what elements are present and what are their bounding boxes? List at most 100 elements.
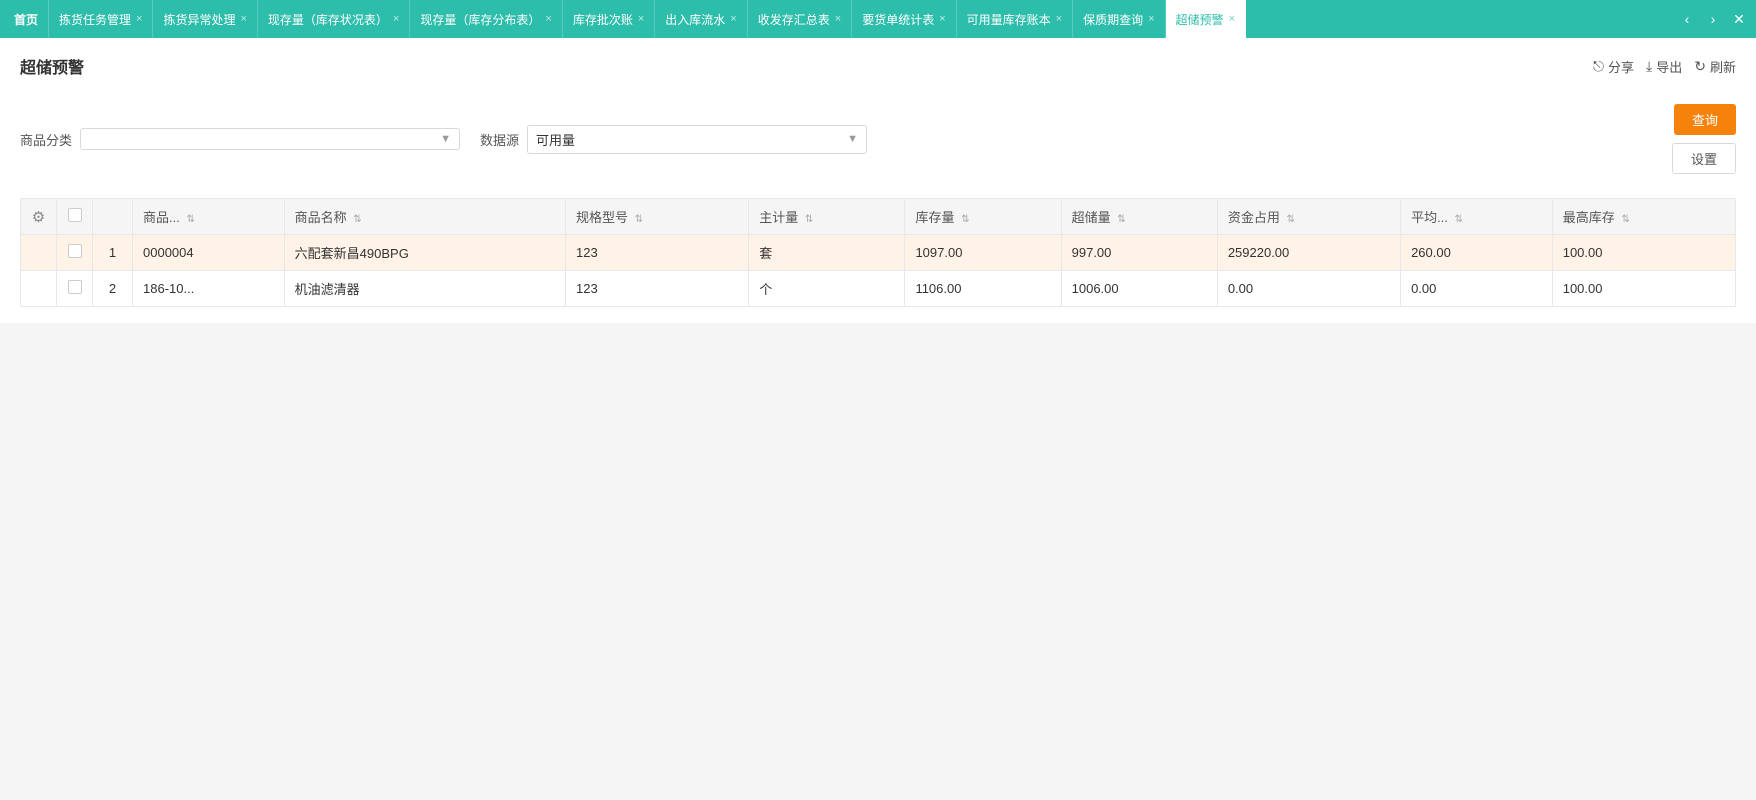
nav-tab-close-overstock[interactable]: × <box>1229 13 1235 25</box>
col-unit-header[interactable]: 主计量 ⇅ <box>749 199 905 235</box>
export-icon: ⤓ <box>1646 58 1652 75</box>
filter-buttons: 查询 设置 <box>1672 104 1736 174</box>
datasource-select[interactable]: 可用量 ▼ <box>527 125 867 154</box>
cell-num-0: 1 <box>93 235 133 271</box>
nav-tab-quality[interactable]: 保质期查询 × <box>1073 0 1165 38</box>
nav-tab-close-exception[interactable]: × <box>240 13 246 25</box>
col-name-sort-icon: ⇅ <box>353 214 361 225</box>
nav-tab-close-collect[interactable]: × <box>835 13 841 25</box>
col-over-header[interactable]: 超储量 ⇅ <box>1061 199 1217 235</box>
datasource-filter: 数据源 可用量 ▼ <box>480 125 867 154</box>
col-name-header[interactable]: 商品名称 ⇅ <box>284 199 565 235</box>
col-capital-sort-icon: ⇅ <box>1286 214 1294 225</box>
data-table: ⚙ 商品... ⇅ 商品名称 ⇅ 规格型号 ⇅ <box>20 198 1736 307</box>
nav-tab-close-stock-status[interactable]: × <box>393 13 399 25</box>
nav-tab-overstock[interactable]: 超储预警× <box>1166 0 1246 38</box>
col-unit-label: 主计量 <box>759 210 798 225</box>
cell-capital-1: 0.00 <box>1217 271 1400 307</box>
cell-stock-1: 1106.00 <box>905 271 1061 307</box>
col-spec-header[interactable]: 规格型号 ⇅ <box>566 199 749 235</box>
col-code-header[interactable]: 商品... ⇅ <box>133 199 285 235</box>
header-actions: ⎋ 分享 ⤓ 导出 ↻ 刷新 <box>1593 57 1736 76</box>
nav-tab-stock-status[interactable]: 现存量（库存状况表） × <box>258 0 410 38</box>
nav-close-button[interactable]: ✕ <box>1726 0 1752 38</box>
nav-tab-label-order-stat: 要货单统计表 <box>862 11 934 28</box>
col-check-header <box>57 199 93 235</box>
nav-tab-task[interactable]: 拣货任务管理× <box>49 0 153 38</box>
table-row: 2186-10...机油滤清器123个1106.001006.000.000.0… <box>21 271 1736 307</box>
row-checkbox-1[interactable] <box>68 280 82 294</box>
col-stock-header[interactable]: 库存量 ⇅ <box>905 199 1061 235</box>
col-capital-label: 资金占用 <box>1228 210 1280 225</box>
category-filter: 商品分类 ▼ <box>20 128 460 150</box>
cell-stock-0: 1097.00 <box>905 235 1061 271</box>
nav-tab-label-stock-status: 现存量（库存状况表） <box>268 11 388 28</box>
col-code-sort-icon: ⇅ <box>186 214 194 225</box>
settings-button[interactable]: 设置 <box>1672 143 1736 174</box>
cell-max-1: 100.00 <box>1552 271 1735 307</box>
nav-tab-label-stock-dist: 现存量（库存分布表） <box>420 11 540 28</box>
cell-unit-0: 套 <box>749 235 905 271</box>
top-nav: 首页拣货任务管理×拣货异常处理×现存量（库存状况表）×现存量（库存分布表）×库存… <box>0 0 1756 38</box>
col-spec-sort-icon: ⇅ <box>635 214 643 225</box>
col-stock-sort-icon: ⇅ <box>961 214 969 225</box>
page-title: 超储预警 <box>20 54 84 78</box>
col-max-sort-icon: ⇅ <box>1621 214 1629 225</box>
nav-tab-close-avail-stock[interactable]: × <box>1056 13 1062 25</box>
refresh-button[interactable]: ↻ 刷新 <box>1694 57 1736 76</box>
col-avg-header[interactable]: 平均... ⇅ <box>1401 199 1553 235</box>
query-button[interactable]: 查询 <box>1674 104 1736 135</box>
cell-spec-0: 123 <box>566 235 749 271</box>
nav-tab-close-stock-dist[interactable]: × <box>545 13 551 25</box>
nav-tab-label-inout: 出入库流水 <box>665 11 725 28</box>
col-code-label: 商品... <box>143 210 180 225</box>
nav-tab-exception[interactable]: 拣货异常处理 × <box>153 0 257 38</box>
share-button[interactable]: ⎋ 分享 <box>1593 57 1634 76</box>
nav-tab-close-task[interactable]: × <box>136 13 142 25</box>
nav-tab-close-inout[interactable]: × <box>730 13 736 25</box>
col-avg-sort-icon: ⇅ <box>1455 214 1463 225</box>
page-content: 超储预警 ⎋ 分享 ⤓ 导出 ↻ 刷新 商品分类 ▼ 数据源 <box>0 38 1756 323</box>
nav-tab-label-exception: 拣货异常处理 <box>163 11 235 28</box>
datasource-arrow-icon: ▼ <box>847 133 858 145</box>
cell-unit-1: 个 <box>749 271 905 307</box>
cell-code-1: 186-10... <box>133 271 285 307</box>
category-select[interactable]: ▼ <box>80 128 460 150</box>
nav-tab-avail-stock[interactable]: 可用量库存账本× <box>957 0 1073 38</box>
nav-tab-stock-dist[interactable]: 现存量（库存分布表） × <box>410 0 562 38</box>
col-avg-label: 平均... <box>1411 210 1448 225</box>
col-unit-sort-icon: ⇅ <box>805 214 813 225</box>
row-checkbox-0[interactable] <box>68 244 82 258</box>
nav-tab-batch[interactable]: 库存批次账× <box>563 0 655 38</box>
cell-avg-1: 0.00 <box>1401 271 1553 307</box>
category-arrow-icon: ▼ <box>440 133 451 145</box>
col-capital-header[interactable]: 资金占用 ⇅ <box>1217 199 1400 235</box>
nav-prev-button[interactable]: ‹ <box>1674 0 1700 38</box>
table-row: 10000004六配套新昌490BPG123套1097.00997.002592… <box>21 235 1736 271</box>
nav-tab-label-quality: 保质期查询 <box>1083 11 1143 28</box>
datasource-value: 可用量 <box>536 130 575 149</box>
nav-tab-order-stat[interactable]: 要货单统计表 × <box>852 0 956 38</box>
col-max-label: 最高库存 <box>1563 210 1615 225</box>
cell-max-0: 100.00 <box>1552 235 1735 271</box>
nav-tab-label-collect: 收发存汇总表 <box>758 11 830 28</box>
cell-over-1: 1006.00 <box>1061 271 1217 307</box>
nav-tab-close-quality[interactable]: × <box>1148 13 1154 25</box>
refresh-icon: ↻ <box>1694 58 1706 75</box>
select-all-checkbox[interactable] <box>68 208 82 222</box>
nav-tab-home[interactable]: 首页 <box>4 0 49 38</box>
nav-next-button[interactable]: › <box>1700 0 1726 38</box>
datasource-label: 数据源 <box>480 130 519 149</box>
nav-arrows: ‹ › ✕ <box>1674 0 1752 38</box>
col-max-header[interactable]: 最高库存 ⇅ <box>1552 199 1735 235</box>
nav-tab-inout[interactable]: 出入库流水 × <box>655 0 747 38</box>
col-name-label: 商品名称 <box>295 210 347 225</box>
nav-tab-collect[interactable]: 收发存汇总表 × <box>748 0 852 38</box>
nav-tab-close-order-stat[interactable]: × <box>939 13 945 25</box>
cell-spec-1: 123 <box>566 271 749 307</box>
cell-avg-0: 260.00 <box>1401 235 1553 271</box>
nav-tab-close-batch[interactable]: × <box>638 13 644 25</box>
col-over-sort-icon: ⇅ <box>1117 214 1125 225</box>
settings-gear-icon[interactable]: ⚙ <box>32 209 45 226</box>
export-button[interactable]: ⤓ 导出 <box>1646 57 1682 76</box>
